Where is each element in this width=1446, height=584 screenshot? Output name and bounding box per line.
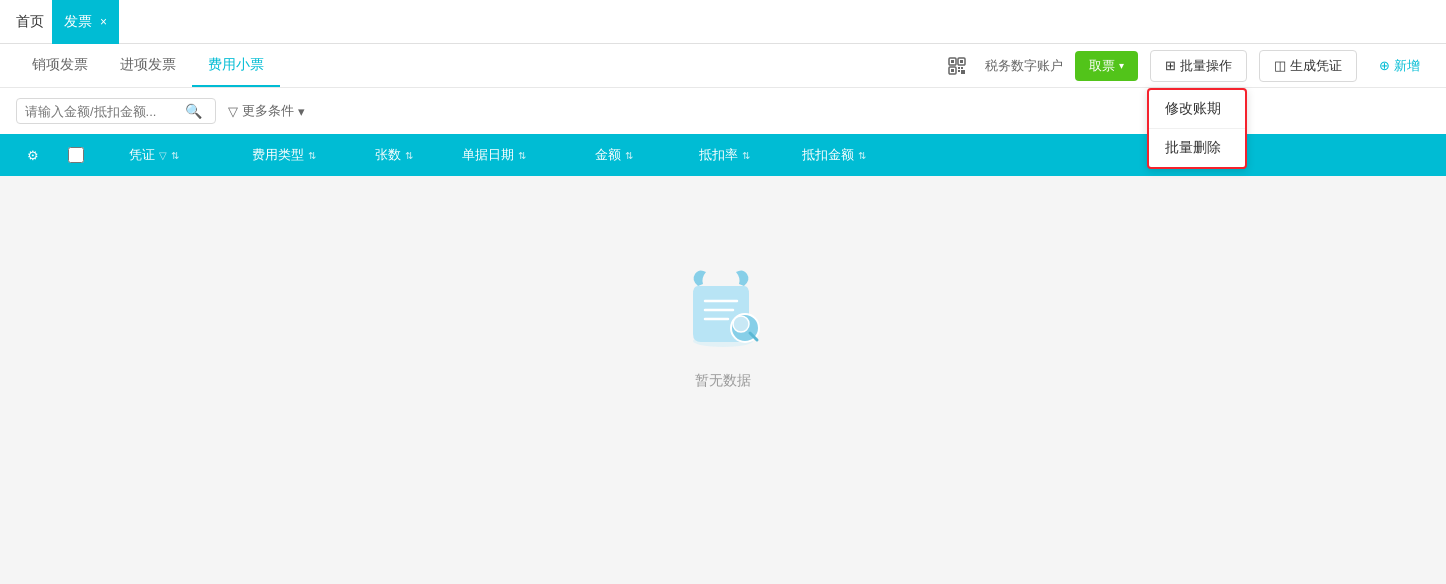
more-filter-button[interactable]: ▽ 更多条件 ▾ <box>228 102 305 120</box>
select-all-checkbox[interactable] <box>68 147 84 163</box>
amount-sort-icon[interactable]: ⇅ <box>625 150 633 161</box>
invoice-tab-close[interactable]: × <box>100 15 107 29</box>
settings-icon[interactable]: ⚙ <box>27 148 39 163</box>
generate-voucher-button[interactable]: ◫ 生成凭证 <box>1259 50 1357 82</box>
qr-icon <box>947 56 967 76</box>
invoice-tab[interactable]: 发票 × <box>52 0 119 44</box>
voucher-sort-icon[interactable]: ⇅ <box>171 150 179 161</box>
th-voucher: 凭证 ▽ ⇅ <box>94 146 214 164</box>
svg-rect-3 <box>951 60 954 63</box>
deduct-amount-sort-icon[interactable]: ⇅ <box>858 150 866 161</box>
sub-tabs-left: 销项发票 进项发票 费用小票 <box>16 44 280 87</box>
more-filter-arrow: ▾ <box>298 104 305 119</box>
svg-rect-6 <box>958 67 960 69</box>
tab-expense[interactable]: 费用小票 <box>192 44 280 87</box>
batch-icon: ⊞ <box>1165 58 1176 73</box>
deduct-rate-sort-icon[interactable]: ⇅ <box>742 150 750 161</box>
empty-illustration <box>673 256 773 356</box>
th-date: 单据日期 ⇅ <box>434 146 554 164</box>
tax-account-button[interactable]: 税务数字账户 <box>985 57 1063 75</box>
empty-state: 暂无数据 <box>0 176 1446 430</box>
th-deduct-rate: 抵扣率 ⇅ <box>674 146 774 164</box>
svg-rect-7 <box>961 67 963 69</box>
take-ticket-arrow: ▾ <box>1119 60 1124 71</box>
svg-rect-8 <box>958 70 960 72</box>
th-checkbox[interactable] <box>58 147 94 163</box>
th-settings[interactable]: ⚙ <box>8 148 58 163</box>
search-icon[interactable]: 🔍 <box>185 103 202 119</box>
batch-ops-button[interactable]: ⊞ 批量操作 <box>1150 50 1247 82</box>
take-ticket-button[interactable]: 取票 ▾ <box>1075 51 1138 81</box>
batch-delete-item[interactable]: 批量删除 <box>1149 129 1245 167</box>
search-input[interactable] <box>25 104 185 119</box>
generate-icon: ◫ <box>1274 58 1286 73</box>
th-deduct-amount: 抵扣金额 ⇅ <box>774 146 894 164</box>
top-nav: 首页 发票 × <box>0 0 1446 44</box>
sub-tabs-right: 税务数字账户 取票 ▾ ⊞ 批量操作 修改账期 批量删除 ◫ 生成凭证 ⊕ 新增 <box>941 50 1430 82</box>
batch-ops-wrap: ⊞ 批量操作 修改账期 批量删除 <box>1150 50 1247 82</box>
expense-type-sort-icon[interactable]: ⇅ <box>308 150 316 161</box>
invoice-tab-label: 发票 <box>64 13 92 31</box>
svg-rect-4 <box>960 60 963 63</box>
date-sort-icon[interactable]: ⇅ <box>518 150 526 161</box>
svg-rect-9 <box>961 70 965 74</box>
tab-sales[interactable]: 销项发票 <box>16 44 104 87</box>
add-icon: ⊕ <box>1379 58 1390 73</box>
batch-dropdown-menu: 修改账期 批量删除 <box>1147 88 1247 169</box>
sub-tabs-bar: 销项发票 进项发票 费用小票 税务数字账户 取票 <box>0 44 1446 88</box>
th-expense-type: 费用类型 ⇅ <box>214 146 354 164</box>
voucher-filter-icon[interactable]: ▽ <box>159 150 167 161</box>
count-sort-icon[interactable]: ⇅ <box>405 150 413 161</box>
modify-period-item[interactable]: 修改账期 <box>1149 90 1245 128</box>
search-wrap[interactable]: 🔍 <box>16 98 216 124</box>
th-count: 张数 ⇅ <box>354 146 434 164</box>
svg-point-15 <box>733 316 749 332</box>
add-button[interactable]: ⊕ 新增 <box>1369 51 1430 81</box>
home-link[interactable]: 首页 <box>16 13 44 31</box>
th-amount: 金额 ⇅ <box>554 146 674 164</box>
tab-input[interactable]: 进项发票 <box>104 44 192 87</box>
filter-icon: ▽ <box>228 104 238 119</box>
empty-text: 暂无数据 <box>695 372 751 390</box>
svg-rect-5 <box>951 69 954 72</box>
qr-button[interactable] <box>941 50 973 82</box>
